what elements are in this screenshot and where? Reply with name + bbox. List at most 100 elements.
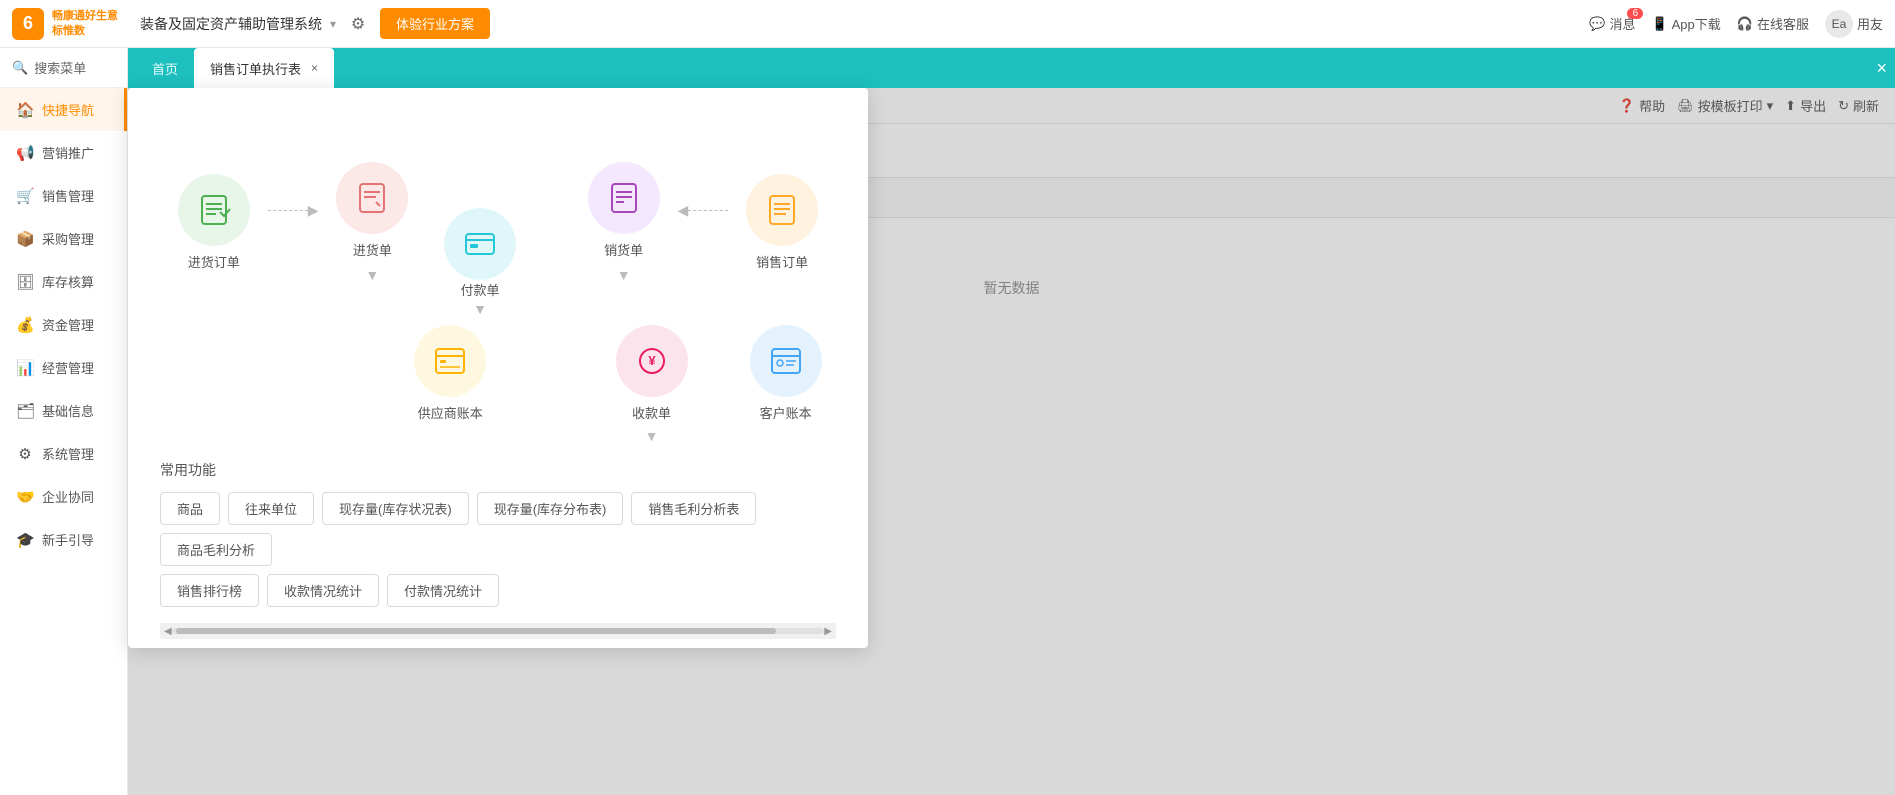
home-icon: 🏠 [16,101,34,119]
graduation-icon: 🎓 [16,531,34,549]
purchase-label: 进货单 [353,240,392,259]
search-icon: 🔍 [12,60,28,76]
supplier-account-icon[interactable] [414,325,486,397]
chart-icon: 📊 [16,359,34,377]
sidebar-item-operations[interactable]: 📊 经营管理 [0,346,127,389]
search-menu-button[interactable]: 🔍 搜索菜单 [0,48,127,88]
tab-sales-order[interactable]: 销售订单执行表 × [194,48,334,88]
sidebar: 🔍 搜索菜单 🏠 快捷导航 📢 营销推广 🛒 销售管理 📦 采购管理 🗄 [0,48,128,795]
cart-icon: 🛒 [16,187,34,205]
common-functions-area: 常用功能 商品 往来单位 现存量(库存状况表) 现存量(库存分布表) 销售毛利分… [160,460,836,607]
message-icon: 💬 [1589,16,1605,32]
money-icon: 💰 [16,316,34,334]
sidebar-item-collab[interactable]: 🤝 企业协同 [0,475,127,518]
scroll-thumb[interactable] [176,628,776,634]
flow-node-payment: 付款单 ▼ [426,128,534,317]
customer-account-label: 客户账本 [760,403,812,422]
logo-text: 畅康通好生意 标惟数 [52,9,118,38]
flow-node-purchase: 进货单 ▼ [318,162,426,283]
megaphone-icon: 📢 [16,144,34,162]
tab-home[interactable]: 首页 [136,48,194,88]
dropdown-arrow-icon[interactable]: ▾ [330,17,336,31]
func-btn-stock-dist[interactable]: 现存量(库存分布表) [477,492,624,525]
scroll-track[interactable] [172,628,825,634]
phone-icon: 📱 [1651,16,1667,32]
func-btn-stock-status[interactable]: 现存量(库存状况表) [322,492,469,525]
payment-icon[interactable] [444,208,516,280]
handshake-icon: 🤝 [16,488,34,506]
purchase-icon[interactable] [336,162,408,234]
sidebar-item-system[interactable]: ⚙ 系统管理 [0,432,127,475]
flow-node-purchase-order: 进货订单 [160,174,268,271]
avatar: Ea [1825,10,1853,38]
arrow-right-1: ▶ [268,202,319,243]
scroll-left-arrow[interactable]: ◀ [164,626,172,637]
settings-icon: ⚙ [16,445,34,463]
sidebar-item-quick-nav[interactable]: 🏠 快捷导航 [0,88,127,131]
logo-icon: 6 [12,8,44,40]
func-btn-receipt-stat[interactable]: 收款情况统计 [267,574,379,607]
scroll-right-arrow[interactable]: ▶ [824,626,832,637]
down-arrow-payment: ▼ [473,301,487,317]
func-btn-product-gross[interactable]: 商品毛利分析 [160,533,272,566]
warehouse-icon: 🗄 [16,273,34,291]
down-arrow-receipt: ▼ [645,428,659,444]
sidebar-item-purchase[interactable]: 📦 采购管理 [0,217,127,260]
message-button[interactable]: 💬 消息 6 [1589,14,1635,33]
online-service-button[interactable]: 🎧 在线客服 [1737,14,1809,33]
sidebar-item-marketing[interactable]: 📢 营销推广 [0,131,127,174]
sales-icon[interactable] [588,162,660,234]
horizontal-scrollbar[interactable]: ◀ ▶ [160,623,836,639]
receipt-icon[interactable]: ¥ [616,325,688,397]
flow-row-2: 供应商账本 ¥ 收款单 ▼ 客户账本 [160,325,836,444]
func-btn-parties[interactable]: 往来单位 [228,492,314,525]
flow-node-customer-account: 客户账本 [735,325,836,422]
payment-label: 付款单 [461,280,500,299]
quick-guide-popup: 进货订单 ▶ 进货单 ▼ 付款单 ▼ [128,88,868,648]
flow-node-receipt: ¥ 收款单 ▼ [601,325,702,444]
down-arrow-sales: ▼ [617,267,631,283]
svg-text:¥: ¥ [648,353,656,368]
sidebar-item-basic-info[interactable]: 🗂 基础信息 [0,389,127,432]
func-buttons-row1: 商品 往来单位 现存量(库存状况表) 现存量(库存分布表) 销售毛利分析表 商品… [160,492,836,566]
logo-area: 6 畅康通好生意 标惟数 [12,8,140,40]
gear-icon[interactable]: ⚙ [344,10,372,38]
sidebar-item-finance[interactable]: 💰 资金管理 [0,303,127,346]
flow-diagram: 进货订单 ▶ 进货单 ▼ 付款单 ▼ [160,112,836,325]
sales-order-icon[interactable] [746,174,818,246]
purchase-order-label: 进货订单 [188,252,240,271]
flow-node-supplier-account: 供应商账本 [400,325,501,422]
sidebar-item-newbie[interactable]: 🎓 新手引导 [0,518,127,561]
tab-close-icon[interactable]: × [311,61,318,75]
app-download-button[interactable]: 📱 App下载 [1651,14,1720,33]
flow-node-sales-order: 销售订单 [728,174,836,271]
sidebar-item-sales[interactable]: 🛒 销售管理 [0,174,127,217]
message-badge: 6 [1627,8,1643,19]
box-icon: 📦 [16,230,34,248]
system-title: 装备及固定资产辅助管理系统 [140,14,322,34]
common-functions-title: 常用功能 [160,460,836,480]
func-btn-sales-rank[interactable]: 销售排行榜 [160,574,259,607]
close-all-button[interactable]: × [1876,58,1887,79]
sales-label: 销货单 [604,240,643,259]
func-buttons-row2: 销售排行榜 收款情况统计 付款情况统计 [160,574,836,607]
user-button[interactable]: Ea 用友 [1825,10,1883,38]
sidebar-item-inventory[interactable]: 🗄 库存核算 [0,260,127,303]
arrow-left-2: ◀ [678,202,729,243]
tab-bar: 首页 销售订单执行表 × × [128,48,1895,88]
flow-node-sales: 销货单 ▼ [570,162,678,283]
down-arrow-purchase: ▼ [365,267,379,283]
receipt-label: 收款单 [632,403,671,422]
sales-order-label: 销售订单 [756,252,808,271]
func-btn-sales-gross[interactable]: 销售毛利分析表 [631,492,756,525]
func-btn-payment-stat[interactable]: 付款情况统计 [387,574,499,607]
func-btn-product[interactable]: 商品 [160,492,220,525]
headset-icon: 🎧 [1737,16,1753,32]
purchase-order-icon[interactable] [178,174,250,246]
top-right-area: 💬 消息 6 📱 App下载 🎧 在线客服 Ea 用友 [1589,10,1883,38]
folder-icon: 🗂 [16,402,34,420]
system-title-area: 装备及固定资产辅助管理系统 ▾ ⚙ 体验行业方案 [140,8,1589,39]
customer-account-icon[interactable] [750,325,822,397]
supplier-account-label: 供应商账本 [418,403,483,422]
experience-button[interactable]: 体验行业方案 [380,8,490,39]
